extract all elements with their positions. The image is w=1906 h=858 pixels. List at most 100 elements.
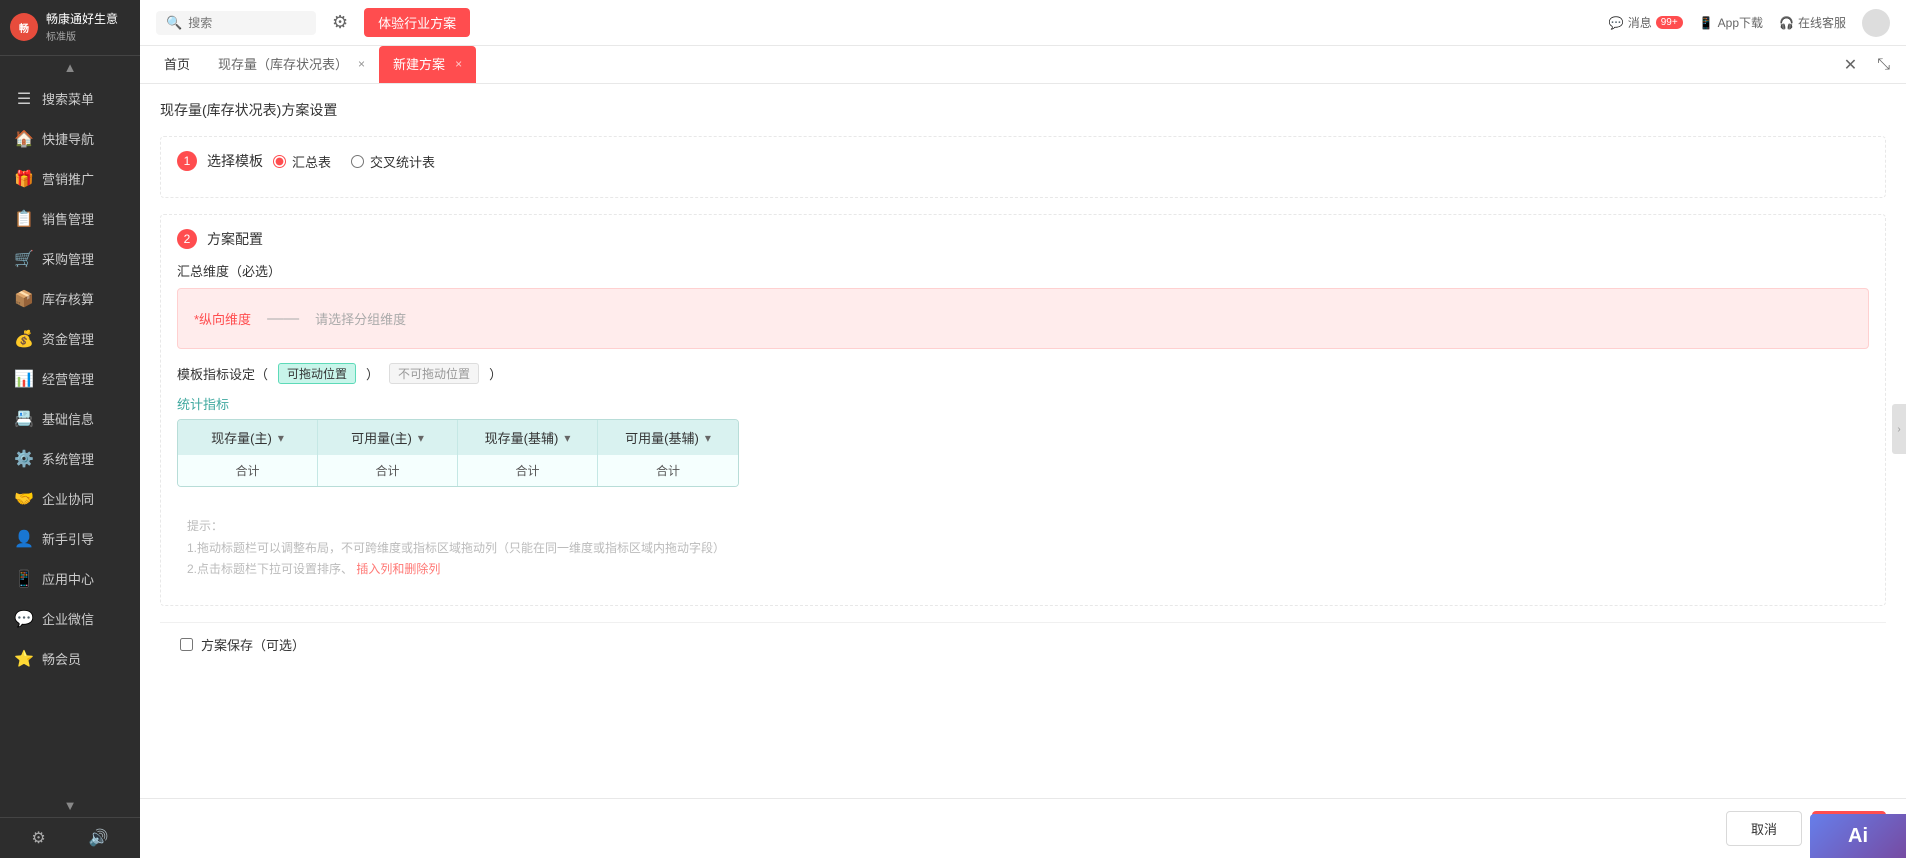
save-checkbox[interactable] <box>180 638 193 651</box>
panel-expand-button[interactable]: ⤡ <box>1871 54 1896 76</box>
sidebar-item-label: 畅会员 <box>42 649 81 668</box>
sidebar-item-quick-nav[interactable]: 🏠 快捷导航 <box>0 119 140 159</box>
cancel-button[interactable]: 取消 <box>1726 811 1802 846</box>
sidebar-item-purchase[interactable]: 🛒 采购管理 <box>0 239 140 279</box>
sidebar-item-label: 经营管理 <box>42 369 94 388</box>
sales-icon: 📋 <box>14 209 34 229</box>
sidebar-item-operations[interactable]: 📊 经营管理 <box>0 359 140 399</box>
stats-section-label: 统计指标 <box>177 394 1869 413</box>
radio-summary[interactable]: 汇总表 <box>273 152 331 171</box>
tab-new-scheme[interactable]: 新建方案 × <box>379 46 476 83</box>
radio-summary-label: 汇总表 <box>292 152 331 171</box>
page-title: 现存量(库存状况表)方案设置 <box>160 100 1886 120</box>
quick-nav-icon: 🏠 <box>14 129 34 149</box>
app-center-icon: 📱 <box>14 569 34 589</box>
top-header: 🔍 ⚙ 体验行业方案 💬 消息 99+ 📱 App下载 🎧 在线客服 <box>140 0 1906 46</box>
save-row: 方案保存（可选） <box>160 622 1886 666</box>
trial-button[interactable]: 体验行业方案 <box>364 8 470 37</box>
content-panel: 现存量(库存状况表)方案设置 1 选择模板 汇总表 交叉统计表 <box>140 84 1906 798</box>
member-icon: ⭐ <box>14 649 34 669</box>
sidebar-settings-icon[interactable]: ⚙ <box>31 828 45 848</box>
operations-icon: 📊 <box>14 369 34 389</box>
main-area: 🔍 ⚙ 体验行业方案 💬 消息 99+ 📱 App下载 🎧 在线客服 <box>140 0 1906 858</box>
stats-col-0-label: 现存量(主) <box>211 428 272 447</box>
step1-badge: 1 <box>177 151 197 171</box>
search-icon: 🔍 <box>166 15 182 31</box>
tab-home[interactable]: 首页 <box>150 46 204 83</box>
dimension-arrow: —— <box>267 310 299 328</box>
sidebar-item-enterprise-wx[interactable]: 💬 企业微信 <box>0 599 140 639</box>
headset-icon: 🎧 <box>1779 16 1794 30</box>
step2-badge: 2 <box>177 229 197 249</box>
sidebar-item-app-center[interactable]: 📱 应用中心 <box>0 559 140 599</box>
app-edition: 标准版 <box>46 28 118 43</box>
ai-float-button[interactable]: Ai <box>1810 814 1906 858</box>
sidebar-item-basic-info[interactable]: 📇 基础信息 <box>0 399 140 439</box>
hint-highlight: 插入列和删除列 <box>356 562 440 576</box>
col-0-chevron-icon: ▾ <box>278 431 284 445</box>
sidebar-item-sales[interactable]: 📋 销售管理 <box>0 199 140 239</box>
panel-close-button[interactable]: ✕ <box>1838 53 1863 77</box>
sidebar-item-system[interactable]: ⚙️ 系统管理 <box>0 439 140 479</box>
message-label: 消息 <box>1628 14 1652 31</box>
sidebar-speaker-icon[interactable]: 🔊 <box>89 828 109 848</box>
indicator-label: 模板指标设定（ 可拖动位置 ） 不可拖动位置 ） <box>177 363 1869 384</box>
dimension-placeholder: 请选择分组维度 <box>315 309 406 328</box>
dimension-required-label: *纵向维度 <box>194 309 251 328</box>
sidebar-item-newcomer[interactable]: 👤 新手引导 <box>0 519 140 559</box>
gear-button[interactable]: ⚙ <box>328 8 352 37</box>
right-edge-collapse[interactable]: › <box>1892 404 1906 454</box>
sidebar-item-label: 应用中心 <box>42 569 94 588</box>
tabs-bar: 首页 现存量（库存状况表） × 新建方案 × ✕ ⤡ <box>140 46 1906 84</box>
tab-inventory-close[interactable]: × <box>358 57 365 71</box>
stats-col-0-header[interactable]: 现存量(主) ▾ <box>178 420 318 455</box>
search-bar: 🔍 <box>156 11 316 35</box>
radio-cross-input[interactable] <box>351 155 364 168</box>
dimension-area: *纵向维度 —— 请选择分组维度 <box>177 288 1869 349</box>
sidebar-item-inventory[interactable]: 📦 库存核算 <box>0 279 140 319</box>
stats-col-2-data: 合计 <box>458 455 598 486</box>
dimension-label: 汇总维度（必选） <box>177 261 1869 280</box>
sidebar-item-member[interactable]: ⭐ 畅会员 <box>0 639 140 679</box>
radio-summary-input[interactable] <box>273 155 286 168</box>
online-service-button[interactable]: 🎧 在线客服 <box>1779 14 1846 31</box>
tab-home-label: 首页 <box>164 54 190 73</box>
system-icon: ⚙️ <box>14 449 34 469</box>
stats-col-2-header[interactable]: 现存量(基辅) ▾ <box>458 420 598 455</box>
user-avatar[interactable] <box>1862 9 1890 37</box>
sidebar-scroll-down[interactable]: ▼ <box>0 794 140 817</box>
template-radio-group: 汇总表 交叉统计表 <box>273 152 435 171</box>
sidebar-nav: ☰ 搜索菜单 🏠 快捷导航 🎁 营销推广 📋 销售管理 🛒 采购管理 📦 库存核… <box>0 79 140 794</box>
tab-inventory[interactable]: 现存量（库存状况表） × <box>204 46 379 83</box>
sidebar-item-enterprise[interactable]: 🤝 企业协同 <box>0 479 140 519</box>
sidebar-item-label: 搜索菜单 <box>42 89 94 108</box>
sidebar-item-label: 新手引导 <box>42 529 94 548</box>
sidebar-footer: ⚙ 🔊 <box>0 817 140 858</box>
app-download-button[interactable]: 📱 App下载 <box>1699 14 1763 31</box>
tab-new-scheme-label: 新建方案 <box>393 54 445 73</box>
sidebar-item-label: 基础信息 <box>42 409 94 428</box>
search-input[interactable] <box>188 16 298 30</box>
sidebar-item-marketing[interactable]: 🎁 营销推广 <box>0 159 140 199</box>
step2-title: 方案配置 <box>207 229 263 249</box>
sidebar-item-finance[interactable]: 💰 资金管理 <box>0 319 140 359</box>
radio-cross[interactable]: 交叉统计表 <box>351 152 435 171</box>
app-download-icon: 📱 <box>1699 16 1714 30</box>
enterprise-icon: 🤝 <box>14 489 34 509</box>
stats-col-3-data: 合计 <box>598 455 738 486</box>
stats-col-3-header[interactable]: 可用量(基辅) ▾ <box>598 420 738 455</box>
content-area: 现存量(库存状况表)方案设置 1 选择模板 汇总表 交叉统计表 <box>140 84 1906 798</box>
fixed-tag: 不可拖动位置 <box>389 363 479 384</box>
sidebar-item-label: 企业微信 <box>42 609 94 628</box>
radio-cross-label: 交叉统计表 <box>370 152 435 171</box>
tab-inventory-label: 现存量（库存状况表） <box>218 54 348 73</box>
message-button[interactable]: 💬 消息 99+ <box>1609 14 1683 31</box>
sidebar-scroll-up[interactable]: ▲ <box>0 56 140 79</box>
sidebar-item-search-menu[interactable]: ☰ 搜索菜单 <box>0 79 140 119</box>
section-template-header: 1 选择模板 汇总表 交叉统计表 <box>177 151 1869 171</box>
hint-prefix: 提示： <box>187 516 1859 538</box>
tab-new-scheme-close[interactable]: × <box>455 57 462 71</box>
stats-col-1-header[interactable]: 可用量(主) ▾ <box>318 420 458 455</box>
sidebar-item-label: 企业协同 <box>42 489 94 508</box>
logo-icon: 畅 <box>10 13 38 41</box>
